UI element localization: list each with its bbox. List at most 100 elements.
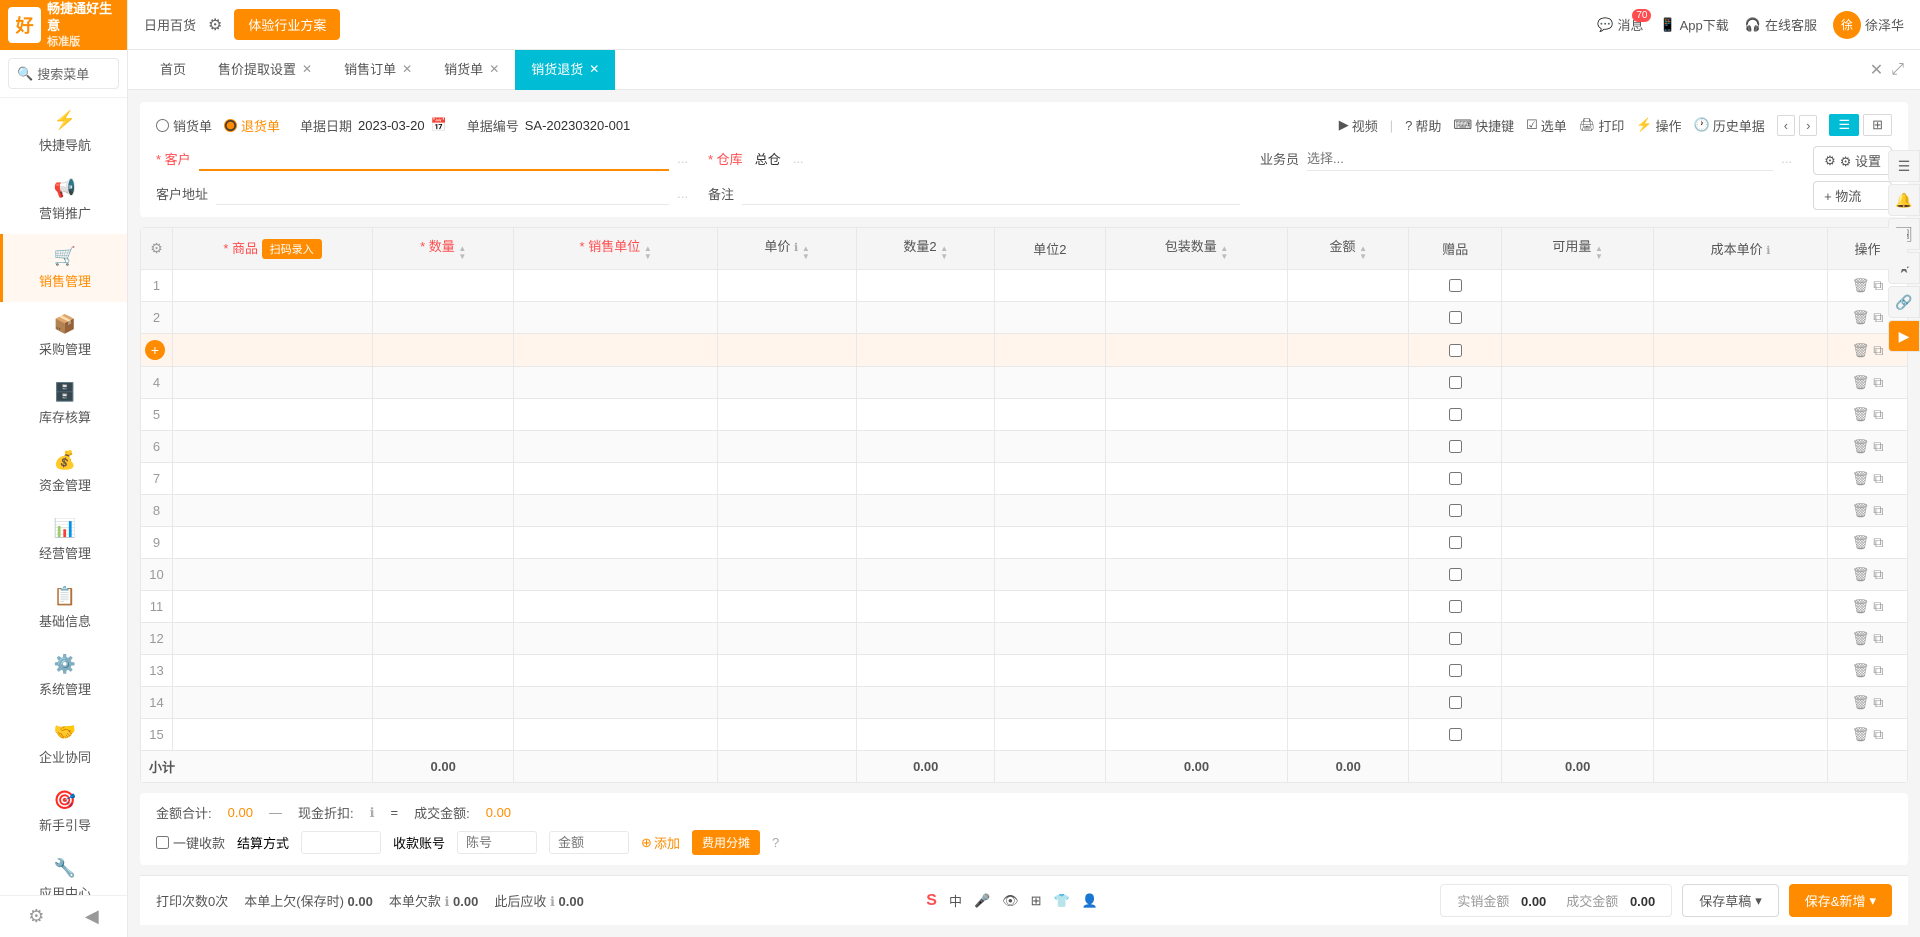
row-pack-qty-cell[interactable] xyxy=(1105,463,1288,495)
tab-sales-order[interactable]: 销售订单 ✕ xyxy=(328,50,428,90)
row-goods-cell[interactable] xyxy=(173,334,373,367)
copy-row-button[interactable]: ⧉ xyxy=(1873,406,1883,423)
row-quantity2-cell[interactable] xyxy=(857,302,995,334)
row-available-cell[interactable] xyxy=(1502,719,1654,751)
row-unit-price-cell[interactable] xyxy=(717,623,856,655)
row-available-cell[interactable] xyxy=(1502,527,1654,559)
row-amount-cell[interactable] xyxy=(1288,655,1409,687)
search-menu-button[interactable]: 🔍 搜索菜单 xyxy=(8,58,119,89)
row-cost-price-cell[interactable] xyxy=(1654,591,1828,623)
row-gift-cell[interactable] xyxy=(1409,270,1502,302)
delete-row-button[interactable]: 🗑 xyxy=(1852,470,1870,487)
row-pack-qty-cell[interactable] xyxy=(1105,431,1288,463)
row-quantity-cell[interactable] xyxy=(373,623,514,655)
row-amount-cell[interactable] xyxy=(1288,719,1409,751)
row-unit-price-cell[interactable] xyxy=(717,399,856,431)
row-amount-cell[interactable] xyxy=(1288,431,1409,463)
delete-row-button[interactable]: 🗑 xyxy=(1852,598,1870,615)
row-sales-unit-cell[interactable] xyxy=(514,463,718,495)
close-sales-return-tab[interactable]: ✕ xyxy=(589,62,599,76)
row-available-cell[interactable] xyxy=(1502,431,1654,463)
sidebar-item-enterprise[interactable]: 🤝 企业协同 xyxy=(0,710,127,778)
row-sales-unit-cell[interactable] xyxy=(514,495,718,527)
row-sales-unit-cell[interactable] xyxy=(514,334,718,367)
one-click-pay-checkbox[interactable] xyxy=(156,836,169,849)
row-unit2-cell[interactable] xyxy=(995,623,1105,655)
row-gift-cell[interactable] xyxy=(1409,334,1502,367)
scan-input-button[interactable]: 扫码录入 xyxy=(262,239,322,259)
tab-price-setting[interactable]: 售价提取设置 ✕ xyxy=(202,50,328,90)
row-available-cell[interactable] xyxy=(1502,367,1654,399)
row-unit-price-cell[interactable] xyxy=(717,655,856,687)
row-available-cell[interactable] xyxy=(1502,334,1654,367)
close-price-setting-tab[interactable]: ✕ xyxy=(302,62,312,76)
row-cost-price-cell[interactable] xyxy=(1654,495,1828,527)
row-unit-price-cell[interactable] xyxy=(717,431,856,463)
row-quantity-cell[interactable] xyxy=(373,431,514,463)
col-gear[interactable]: ⚙ xyxy=(141,228,173,270)
delete-row-button[interactable]: 🗑 xyxy=(1852,694,1870,711)
sidebar-item-newguide[interactable]: 🎯 新手引导 xyxy=(0,778,127,846)
online-service-button[interactable]: 🎧 在线客服 xyxy=(1745,15,1817,34)
row-amount-cell[interactable] xyxy=(1288,623,1409,655)
gift-checkbox[interactable] xyxy=(1449,311,1462,324)
quick-tool-bell[interactable]: 🔔 xyxy=(1888,184,1920,216)
row-sales-unit-cell[interactable] xyxy=(514,270,718,302)
row-quantity-cell[interactable] xyxy=(373,270,514,302)
row-unit-price-cell[interactable] xyxy=(717,527,856,559)
row-pack-qty-cell[interactable] xyxy=(1105,334,1288,367)
delete-row-button[interactable]: 🗑 xyxy=(1852,566,1870,583)
copy-row-button[interactable]: ⧉ xyxy=(1873,566,1883,583)
row-cost-price-cell[interactable] xyxy=(1654,623,1828,655)
gift-checkbox[interactable] xyxy=(1449,696,1462,709)
row-unit-price-cell[interactable] xyxy=(717,367,856,399)
row-sales-unit-cell[interactable] xyxy=(514,302,718,334)
shortcut-link[interactable]: ⌨ 快捷键 xyxy=(1453,116,1514,135)
row-unit2-cell[interactable] xyxy=(995,463,1105,495)
row-sales-unit-cell[interactable] xyxy=(514,559,718,591)
sidebar-settings-button[interactable]: ⚙ xyxy=(28,906,44,927)
prev-history-button[interactable]: ‹ xyxy=(1777,115,1795,136)
row-goods-cell[interactable] xyxy=(173,623,373,655)
row-gift-cell[interactable] xyxy=(1409,719,1502,751)
delete-row-button[interactable]: 🗑 xyxy=(1852,406,1870,423)
table-container[interactable]: ⚙ * 商品 扫码录入 * 数量 ▲▼ * 销售单位 xyxy=(140,227,1908,783)
save-draft-button[interactable]: 保存草稿 ▾ xyxy=(1682,884,1779,917)
row-pack-qty-cell[interactable] xyxy=(1105,687,1288,719)
select-link[interactable]: ☑ 选单 xyxy=(1526,116,1567,135)
row-gift-cell[interactable] xyxy=(1409,527,1502,559)
row-goods-cell[interactable] xyxy=(173,399,373,431)
row-gift-cell[interactable] xyxy=(1409,302,1502,334)
row-unit2-cell[interactable] xyxy=(995,302,1105,334)
row-unit-price-cell[interactable] xyxy=(717,591,856,623)
gift-checkbox[interactable] xyxy=(1449,344,1462,357)
row-quantity-cell[interactable] xyxy=(373,591,514,623)
row-quantity-cell[interactable] xyxy=(373,559,514,591)
row-cost-price-cell[interactable] xyxy=(1654,559,1828,591)
address-select-button[interactable]: ... xyxy=(677,186,688,201)
row-cost-price-cell[interactable] xyxy=(1654,655,1828,687)
experience-button[interactable]: 体验行业方案 xyxy=(234,9,340,40)
operate-link[interactable]: ⚡ 操作 xyxy=(1636,116,1681,135)
add-fee-button[interactable]: ⊕ 添加 xyxy=(641,833,680,852)
row-quantity-cell[interactable] xyxy=(373,495,514,527)
one-click-pay-checkbox-label[interactable]: 一键收款 xyxy=(156,833,225,852)
row-gift-cell[interactable] xyxy=(1409,623,1502,655)
row-gift-cell[interactable] xyxy=(1409,687,1502,719)
help-link[interactable]: ? 帮助 xyxy=(1405,116,1441,135)
row-unit-price-cell[interactable] xyxy=(717,559,856,591)
sidebar-item-system[interactable]: ⚙️ 系统管理 xyxy=(0,642,127,710)
copy-row-button[interactable]: ⧉ xyxy=(1873,534,1883,551)
delete-row-button[interactable]: 🗑 xyxy=(1852,534,1870,551)
row-goods-cell[interactable] xyxy=(173,270,373,302)
row-unit-price-cell[interactable] xyxy=(717,687,856,719)
video-link[interactable]: ▶ 视频 xyxy=(1339,116,1378,135)
row-sales-unit-cell[interactable] xyxy=(514,655,718,687)
user-avatar-area[interactable]: 徐 徐泽华 xyxy=(1833,11,1904,39)
gift-checkbox[interactable] xyxy=(1449,600,1462,613)
row-amount-cell[interactable] xyxy=(1288,591,1409,623)
row-quantity2-cell[interactable] xyxy=(857,623,995,655)
row-quantity-cell[interactable] xyxy=(373,302,514,334)
row-quantity2-cell[interactable] xyxy=(857,270,995,302)
row-gift-cell[interactable] xyxy=(1409,495,1502,527)
